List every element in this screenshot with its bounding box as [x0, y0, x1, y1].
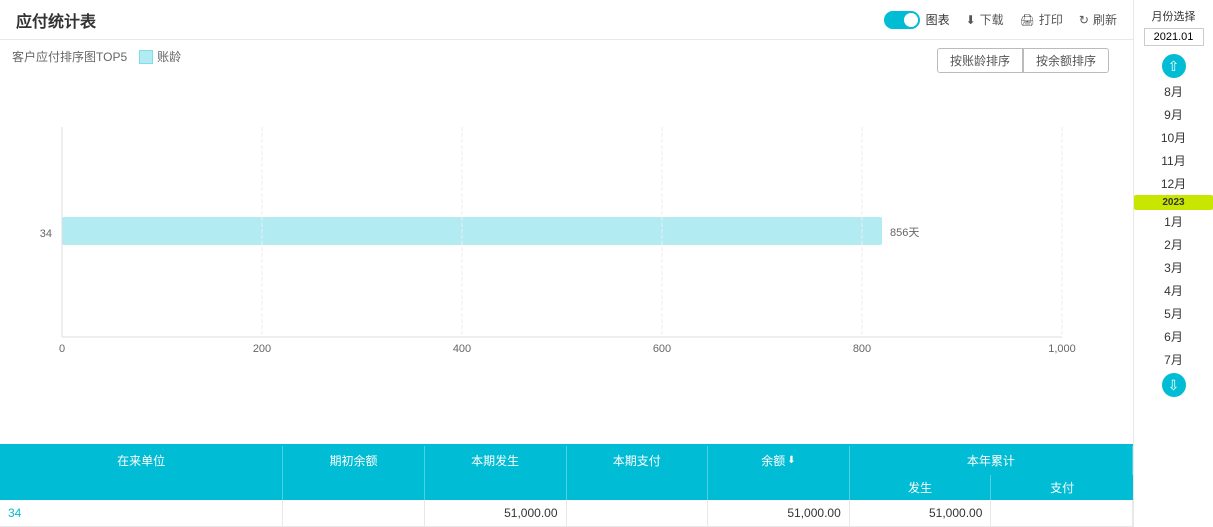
- svg-text:200: 200: [253, 343, 271, 355]
- toggle-label: 图表: [926, 11, 950, 28]
- svg-text:600: 600: [653, 343, 671, 355]
- cell-unit: 34: [0, 500, 283, 526]
- col-curr-pay-header: 本期支付: [567, 446, 709, 475]
- current-year-label: 2023: [1134, 195, 1213, 210]
- year-input[interactable]: [1144, 28, 1204, 46]
- cell-opening: [283, 500, 425, 526]
- bar-chart: 34 856天 0 200 400 600 800: [12, 77, 1092, 377]
- chart-toggle-wrap[interactable]: 图表: [884, 11, 950, 29]
- sort-by-amount-button[interactable]: 按余额排序: [1023, 48, 1109, 73]
- cell-balance: 51,000.00: [708, 500, 850, 526]
- download-icon: ⬇: [966, 13, 976, 27]
- download-button[interactable]: ⬇ 下载: [966, 11, 1004, 28]
- table-section: 在来单位 期初余额 本期发生 本期支付 余额 ⬇ 本年累计 发生 支付: [0, 444, 1133, 527]
- month-item-6[interactable]: 6月: [1134, 325, 1213, 348]
- chart-wrapper: 34 856天 0 200 400 600 800: [12, 77, 1121, 380]
- chart-toggle[interactable]: [884, 11, 920, 29]
- chart-section: 客户应付排序图TOP5 账龄 按账龄排序 按余额排序 34: [0, 40, 1133, 444]
- svg-text:1,000: 1,000: [1048, 343, 1076, 355]
- col-ytd-header: 本年累计: [850, 446, 1133, 475]
- svg-text:0: 0: [59, 343, 65, 355]
- month-item-10[interactable]: 10月: [1134, 126, 1213, 149]
- print-button[interactable]: 🖨 打印: [1020, 11, 1063, 28]
- svg-text:400: 400: [453, 343, 471, 355]
- cell-curr-pay: [567, 500, 709, 526]
- col-unit-header: 在来单位: [0, 446, 283, 475]
- month-item-3[interactable]: 3月: [1134, 256, 1213, 279]
- table-row: 34 51,000.00 51,000.00 51,000.00: [0, 500, 1133, 527]
- page-title: 应付统计表: [16, 8, 96, 32]
- sidebar-up-button[interactable]: ⇧: [1162, 54, 1186, 78]
- print-icon: 🖨: [1020, 13, 1035, 27]
- month-item-2[interactable]: 2月: [1134, 233, 1213, 256]
- sidebar-title: 月份选择: [1152, 8, 1196, 24]
- table-header: 在来单位 期初余额 本期发生 本期支付 余额 ⬇ 本年累计: [0, 446, 1133, 475]
- balance-sort-icon: ⬇: [787, 455, 795, 466]
- legend-color-label: 账龄: [157, 48, 181, 65]
- col-curr-occur-header: 本期发生: [425, 446, 567, 475]
- table-sub-header: 发生 支付: [0, 475, 1133, 500]
- chart-bar: [62, 217, 882, 245]
- svg-text:34: 34: [40, 228, 52, 240]
- month-item-5[interactable]: 5月: [1134, 302, 1213, 325]
- svg-text:800: 800: [853, 343, 871, 355]
- month-item-12[interactable]: 12月: [1134, 172, 1213, 195]
- month-item-8[interactable]: 8月: [1134, 80, 1213, 103]
- sort-by-balance-button[interactable]: 按账龄排序: [937, 48, 1023, 73]
- page-header: 应付统计表 图表 ⬇ 下载 🖨 打印 ↻ 刷新: [0, 0, 1133, 40]
- unit-link[interactable]: 34: [8, 506, 21, 520]
- refresh-button[interactable]: ↻ 刷新: [1079, 11, 1117, 28]
- download-label: 下载: [980, 11, 1004, 28]
- print-label: 打印: [1039, 11, 1063, 28]
- month-item-9[interactable]: 9月: [1134, 103, 1213, 126]
- col-opening-header: 期初余额: [283, 446, 425, 475]
- legend-text: 客户应付排序图TOP5: [12, 48, 127, 65]
- refresh-icon: ↻: [1079, 13, 1089, 27]
- legend-item: 账龄: [139, 48, 181, 65]
- month-item-4[interactable]: 4月: [1134, 279, 1213, 302]
- col-ytd-pay-header: 支付: [991, 475, 1133, 500]
- month-item-1[interactable]: 1月: [1134, 210, 1213, 233]
- cell-curr-occur: 51,000.00: [425, 500, 567, 526]
- refresh-label: 刷新: [1093, 11, 1117, 28]
- sort-controls: 按账龄排序 按余额排序: [937, 48, 1109, 73]
- cell-ytd-occur: 51,000.00: [850, 500, 992, 526]
- sidebar-down-button[interactable]: ⇩: [1162, 373, 1186, 397]
- col-ytd-occur-header: 发生: [850, 475, 992, 500]
- month-item-11[interactable]: 11月: [1134, 149, 1213, 172]
- header-actions: 图表 ⬇ 下载 🖨 打印 ↻ 刷新: [884, 11, 1117, 29]
- legend-color-box: [139, 50, 153, 64]
- svg-text:856天: 856天: [890, 227, 919, 239]
- chart-legend: 客户应付排序图TOP5 账龄: [12, 48, 181, 65]
- col-balance-header: 余额 ⬇: [708, 446, 850, 475]
- right-sidebar: 月份选择 ⇧ 8月 9月 10月 11月 12月 2023 1月 2月 3月 4…: [1133, 0, 1213, 527]
- month-item-7[interactable]: 7月: [1134, 348, 1213, 371]
- cell-ytd-pay: [991, 500, 1133, 526]
